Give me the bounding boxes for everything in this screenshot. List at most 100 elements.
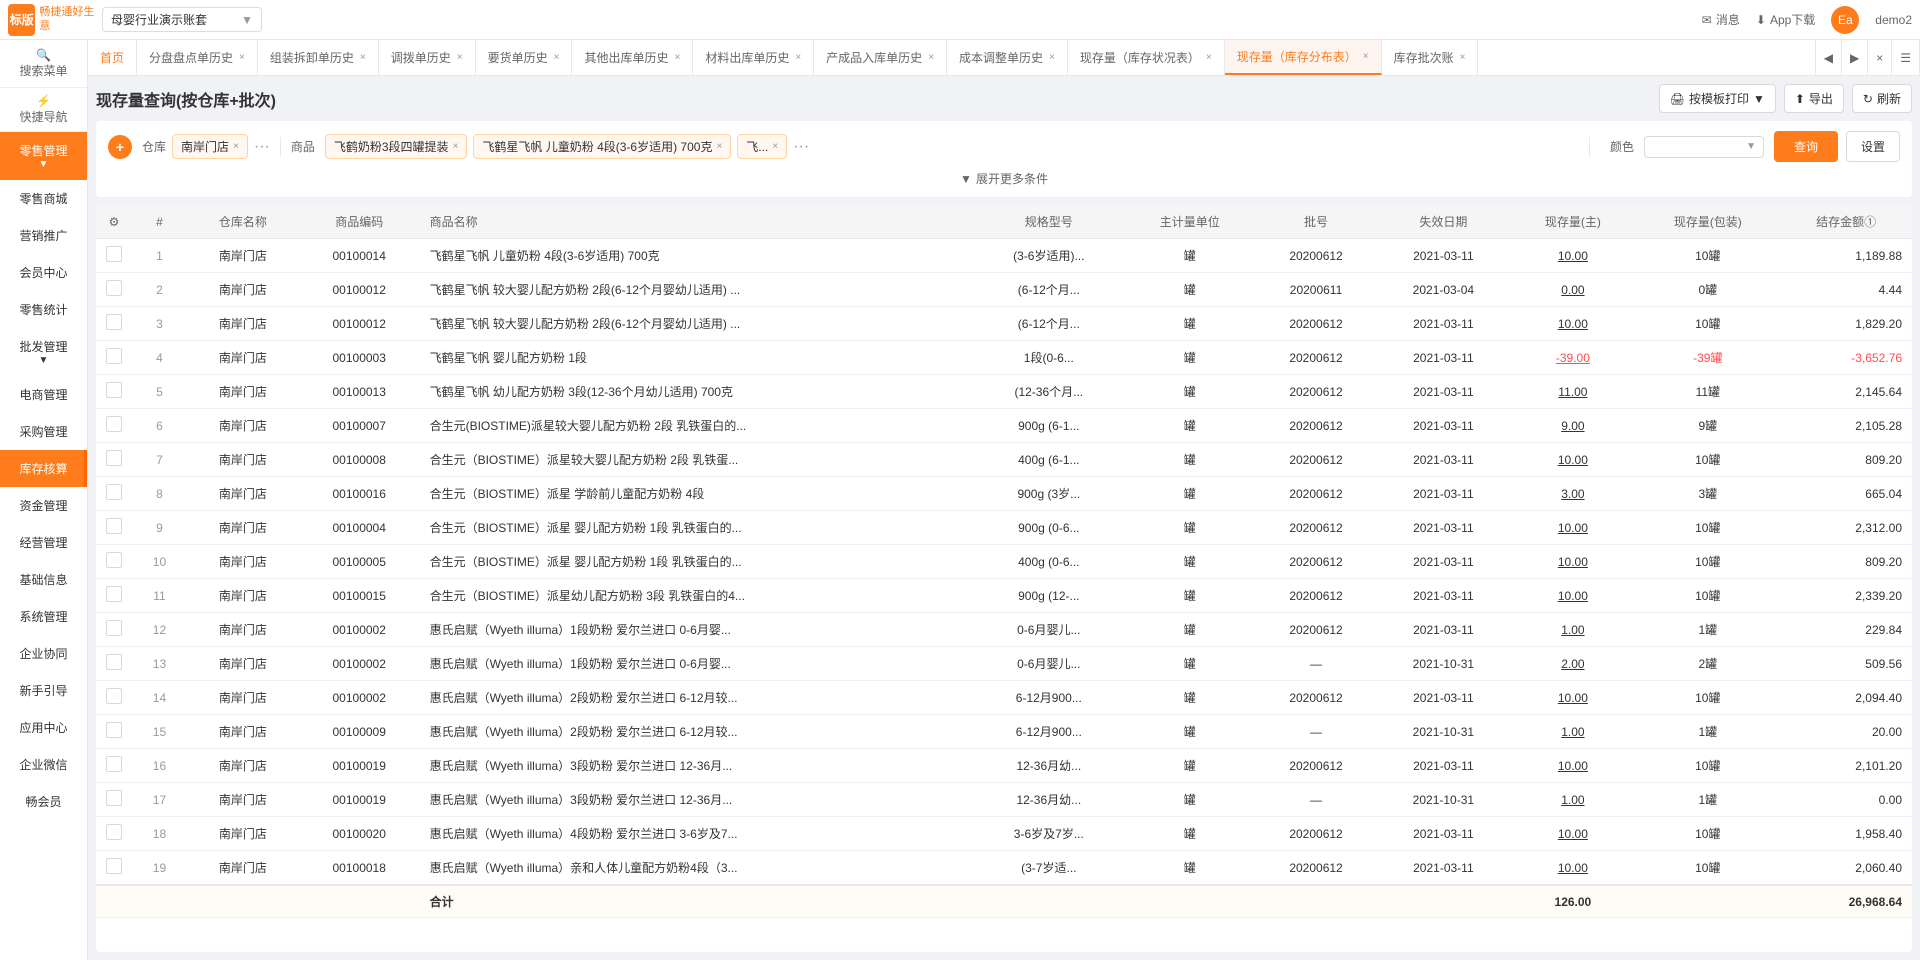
stock-main-link-0[interactable]: 10.00 xyxy=(1558,249,1588,263)
tab-close-9[interactable]: × xyxy=(1363,51,1369,62)
stock-main-link-18[interactable]: 10.00 xyxy=(1558,861,1588,875)
row-checkbox-1[interactable] xyxy=(106,280,122,296)
tab-close-6[interactable]: × xyxy=(928,52,934,63)
tab-0[interactable]: 分盘盘点单历史 × xyxy=(137,40,258,75)
row-checkbox-12[interactable] xyxy=(106,654,122,670)
avatar[interactable]: Ea xyxy=(1831,6,1859,34)
tab-close-1[interactable]: × xyxy=(360,52,366,63)
tab-close-3[interactable]: × xyxy=(554,52,560,63)
stock-main-link-7[interactable]: 3.00 xyxy=(1561,487,1584,501)
sidebar-item-retail-store[interactable]: 零售商城 xyxy=(0,180,87,217)
filter-expand-btn[interactable]: + xyxy=(108,135,132,159)
product-tag-2-remove[interactable]: × xyxy=(772,141,778,152)
product-more-btn[interactable]: ··· xyxy=(793,138,809,156)
stock-main-link-14[interactable]: 1.00 xyxy=(1561,725,1584,739)
sidebar-item-vip[interactable]: 畅会员 xyxy=(0,783,87,820)
tab-close-8[interactable]: × xyxy=(1206,52,1212,63)
stock-main-link-13[interactable]: 10.00 xyxy=(1558,691,1588,705)
refresh-btn[interactable]: ↻ 刷新 xyxy=(1852,84,1912,113)
row-checkbox-4[interactable] xyxy=(106,382,122,398)
warehouse-more-btn[interactable]: ··· xyxy=(254,138,270,156)
sidebar-item-retail-stats[interactable]: 零售统计 xyxy=(0,291,87,328)
sidebar-item-retail-mgmt[interactable]: 零售管理 ▼ xyxy=(0,132,87,180)
tab-home[interactable]: 首页 xyxy=(88,40,137,75)
row-checkbox-14[interactable] xyxy=(106,722,122,738)
stock-main-link-11[interactable]: 1.00 xyxy=(1561,623,1584,637)
row-checkbox-3[interactable] xyxy=(106,348,122,364)
stock-main-link-3[interactable]: -39.00 xyxy=(1556,351,1590,365)
app-download-btn[interactable]: ⬇ App下载 xyxy=(1756,11,1815,28)
tab-close-0[interactable]: × xyxy=(239,52,245,63)
tab-next-btn[interactable]: ▶ xyxy=(1842,40,1868,75)
message-btn[interactable]: ✉ 消息 xyxy=(1702,11,1740,28)
user-name[interactable]: demo2 xyxy=(1875,13,1912,27)
stock-main-link-2[interactable]: 10.00 xyxy=(1558,317,1588,331)
sidebar-item-guide[interactable]: 新手引导 xyxy=(0,672,87,709)
tab-7[interactable]: 成本调整单历史 × xyxy=(947,40,1068,75)
settings-btn[interactable]: 设置 xyxy=(1846,131,1900,162)
sidebar-search[interactable]: 🔍 搜索菜单 xyxy=(0,40,87,88)
row-checkbox-13[interactable] xyxy=(106,688,122,704)
expand-conditions-btn[interactable]: ▼ 展开更多条件 xyxy=(960,170,1048,187)
export-btn[interactable]: ⬆ 导出 xyxy=(1784,84,1844,113)
row-checkbox-7[interactable] xyxy=(106,484,122,500)
sidebar-item-sys-mgmt[interactable]: 系统管理 xyxy=(0,598,87,635)
tab-6[interactable]: 产成品入库单历史 × xyxy=(814,40,947,75)
tab-menu-btn[interactable]: ☰ xyxy=(1892,40,1920,75)
sidebar-item-ecommerce[interactable]: 电商管理 xyxy=(0,376,87,413)
workspace-selector[interactable]: 母婴行业演示账套 ▼ xyxy=(102,7,262,32)
sidebar-item-purchase[interactable]: 采购管理 xyxy=(0,413,87,450)
product-tag-1-remove[interactable]: × xyxy=(716,141,722,152)
row-checkbox-2[interactable] xyxy=(106,314,122,330)
tab-close-all-btn[interactable]: × xyxy=(1868,40,1892,75)
sidebar-item-inventory[interactable]: 库存核算 xyxy=(0,450,87,487)
tab-2[interactable]: 调拨单历史 × xyxy=(379,40,476,75)
row-checkbox-18[interactable] xyxy=(106,858,122,874)
tab-close-5[interactable]: × xyxy=(795,52,801,63)
row-checkbox-16[interactable] xyxy=(106,790,122,806)
tab-close-10[interactable]: × xyxy=(1460,52,1466,63)
tab-1[interactable]: 组装拆卸单历史 × xyxy=(258,40,379,75)
sidebar-item-app-center[interactable]: 应用中心 xyxy=(0,709,87,746)
col-settings[interactable]: ⚙ xyxy=(96,205,132,239)
tab-close-4[interactable]: × xyxy=(674,52,680,63)
tab-8[interactable]: 现存量（库存状况表） × xyxy=(1068,40,1225,75)
stock-main-link-12[interactable]: 2.00 xyxy=(1561,657,1584,671)
color-filter-select[interactable] xyxy=(1644,136,1764,158)
sidebar-item-member[interactable]: 会员中心 xyxy=(0,254,87,291)
sidebar-item-basic-info[interactable]: 基础信息 xyxy=(0,561,87,598)
stock-main-link-4[interactable]: 11.00 xyxy=(1558,385,1587,399)
row-checkbox-8[interactable] xyxy=(106,518,122,534)
row-checkbox-10[interactable] xyxy=(106,586,122,602)
warehouse-tag-remove[interactable]: × xyxy=(233,141,239,152)
stock-main-link-15[interactable]: 10.00 xyxy=(1558,759,1588,773)
sidebar-item-finance[interactable]: 资金管理 xyxy=(0,487,87,524)
sidebar-item-wechat[interactable]: 企业微信 xyxy=(0,746,87,783)
stock-main-link-5[interactable]: 9.00 xyxy=(1561,419,1584,433)
stock-main-link-10[interactable]: 10.00 xyxy=(1558,589,1588,603)
row-checkbox-17[interactable] xyxy=(106,824,122,840)
tab-close-7[interactable]: × xyxy=(1049,52,1055,63)
stock-main-link-8[interactable]: 10.00 xyxy=(1558,521,1588,535)
sidebar-item-wholesale[interactable]: 批发管理 ▼ xyxy=(0,328,87,376)
tab-5[interactable]: 材料出库单历史 × xyxy=(693,40,814,75)
template-print-btn[interactable]: 🖨 按模板打印 ▼ xyxy=(1659,84,1776,113)
stock-main-link-17[interactable]: 10.00 xyxy=(1558,827,1588,841)
row-checkbox-5[interactable] xyxy=(106,416,122,432)
query-btn[interactable]: 查询 xyxy=(1774,131,1838,162)
row-checkbox-15[interactable] xyxy=(106,756,122,772)
stock-main-link-6[interactable]: 10.00 xyxy=(1558,453,1588,467)
tab-prev-btn[interactable]: ◀ xyxy=(1816,40,1842,75)
stock-main-link-1[interactable]: 0.00 xyxy=(1561,283,1584,297)
stock-main-link-9[interactable]: 10.00 xyxy=(1558,555,1588,569)
sidebar-shortcut[interactable]: ⚡ 快捷导航 xyxy=(0,88,87,132)
product-tag-0-remove[interactable]: × xyxy=(453,141,459,152)
tab-close-2[interactable]: × xyxy=(457,52,463,63)
tab-4[interactable]: 其他出库单历史 × xyxy=(572,40,693,75)
tab-3[interactable]: 要货单历史 × xyxy=(476,40,573,75)
tab-9[interactable]: 现存量（库存分布表） × xyxy=(1225,40,1382,75)
stock-main-link-16[interactable]: 1.00 xyxy=(1561,793,1584,807)
row-checkbox-9[interactable] xyxy=(106,552,122,568)
tab-10[interactable]: 库存批次账 × xyxy=(1382,40,1479,75)
sidebar-item-operations[interactable]: 经营管理 xyxy=(0,524,87,561)
